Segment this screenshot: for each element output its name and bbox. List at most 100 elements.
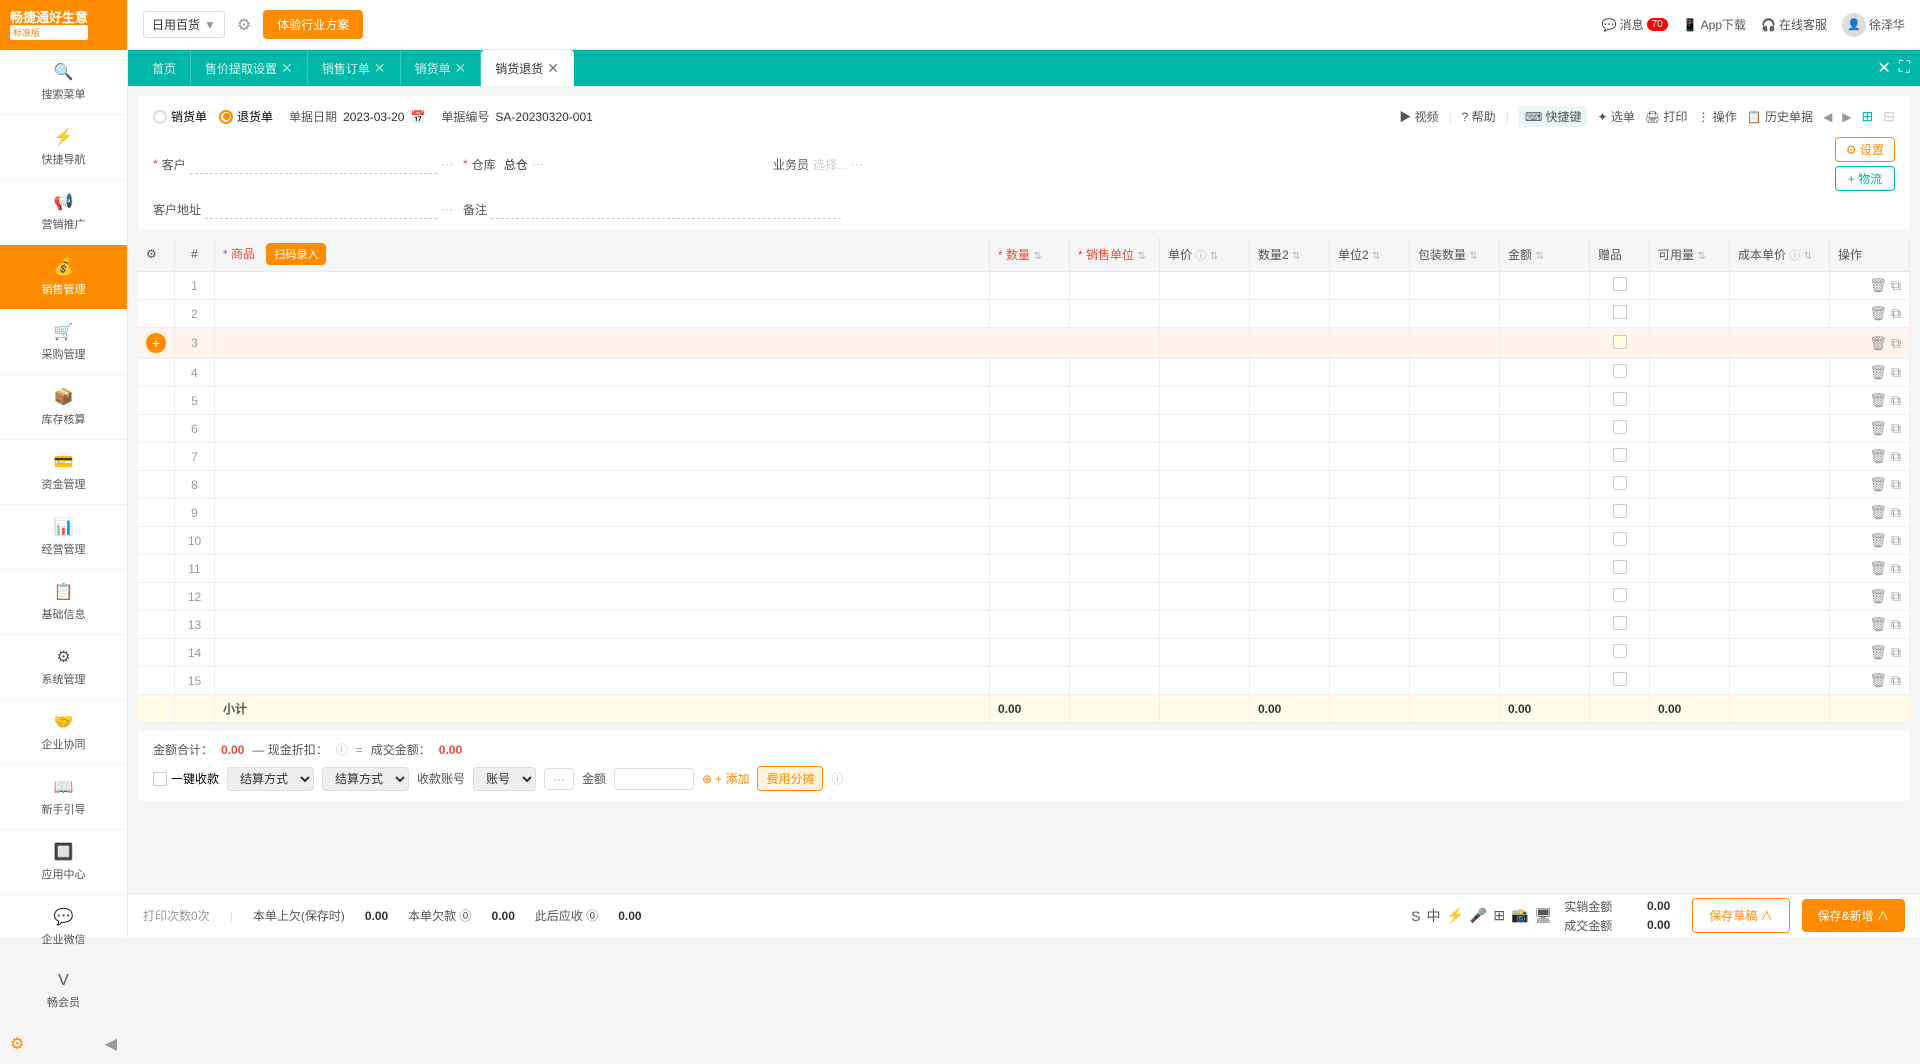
unit-cell[interactable] <box>1070 443 1160 471</box>
qty2-cell[interactable] <box>1250 667 1330 695</box>
trial-button[interactable]: 体验行业方案 <box>263 10 363 39</box>
toolbar-shortcut[interactable]: ⌨ 快捷键 <box>1519 106 1588 127</box>
delete-row-button[interactable]: 🗑 <box>1869 672 1887 689</box>
user-item[interactable]: 👤 徐泽华 <box>1842 13 1905 37</box>
expense-info-icon[interactable]: ⓘ <box>831 770 843 787</box>
price-cell[interactable] <box>1160 387 1250 415</box>
logistics-button[interactable]: + 物流 <box>1835 166 1895 191</box>
gift-checkbox[interactable] <box>1613 560 1627 574</box>
amount-cell[interactable] <box>1500 639 1590 667</box>
amount-cell[interactable] <box>1500 471 1590 499</box>
qty2-cell[interactable] <box>1250 499 1330 527</box>
toolbar-select[interactable]: ✦ 选单 <box>1597 108 1634 125</box>
unit-cell[interactable] <box>1070 415 1160 443</box>
packqty-cell[interactable] <box>1410 328 1500 359</box>
copy-row-button[interactable]: ⧉ <box>1891 277 1901 294</box>
th-settings[interactable]: ⚙ <box>138 237 175 272</box>
available-cell[interactable] <box>1650 387 1730 415</box>
copy-row-button[interactable]: ⧉ <box>1891 532 1901 549</box>
gift-checkbox[interactable] <box>1613 305 1627 319</box>
tab-maximize-button[interactable]: ⛶ <box>1899 58 1910 78</box>
bottom-icon-4[interactable]: 🎤 <box>1470 907 1487 924</box>
one-click-payment-checkbox[interactable]: 一键收款 <box>153 770 219 787</box>
unit-cell[interactable] <box>1070 527 1160 555</box>
unit2-cell[interactable] <box>1330 583 1410 611</box>
price-cell[interactable] <box>1160 328 1250 359</box>
customer-picker[interactable]: ··· <box>441 157 453 171</box>
packqty-cell[interactable] <box>1410 387 1500 415</box>
price-cell[interactable] <box>1160 300 1250 328</box>
goods-cell[interactable] <box>215 328 990 359</box>
packqty-cell[interactable] <box>1410 555 1500 583</box>
delete-row-button[interactable]: 🗑 <box>1869 392 1887 409</box>
calc-method-select2[interactable]: 结算方式 <box>322 767 409 791</box>
packqty-cell[interactable] <box>1410 359 1500 387</box>
toolbar-grid-icon[interactable]: ⊞ <box>1862 108 1874 125</box>
available-cell[interactable] <box>1650 527 1730 555</box>
cost-cell[interactable] <box>1730 272 1830 300</box>
sidebar-item-quicknav[interactable]: ⚡ 快捷导航 <box>0 115 127 180</box>
available-cell[interactable] <box>1650 611 1730 639</box>
qty2-cell[interactable] <box>1250 611 1330 639</box>
delete-row-button[interactable]: 🗑 <box>1869 335 1887 352</box>
tab-sale-return[interactable]: 销货退货✕ <box>481 50 574 86</box>
calendar-icon[interactable]: 📅 <box>410 110 425 124</box>
bottom-icon-5[interactable]: ⊞ <box>1493 907 1505 924</box>
unit2-cell[interactable] <box>1330 328 1410 359</box>
gift-checkbox[interactable] <box>1613 277 1627 291</box>
unit2-cell[interactable] <box>1330 639 1410 667</box>
amount-cell[interactable] <box>1500 272 1590 300</box>
unit-cell[interactable] <box>1070 300 1160 328</box>
unit2-cell[interactable] <box>1330 272 1410 300</box>
sidebar-item-wechat[interactable]: 💬 企业微信 <box>0 895 127 960</box>
sidebar-item-sales[interactable]: 💰 销售管理 <box>0 245 127 310</box>
qty2-cell[interactable] <box>1250 300 1330 328</box>
available-cell[interactable] <box>1650 555 1730 583</box>
available-cell[interactable] <box>1650 415 1730 443</box>
unit-cell[interactable] <box>1070 359 1160 387</box>
goods-cell[interactable] <box>215 359 990 387</box>
copy-row-button[interactable]: ⧉ <box>1891 420 1901 437</box>
goods-cell[interactable] <box>215 443 990 471</box>
unit-cell[interactable] <box>1070 611 1160 639</box>
amount-cell[interactable] <box>1500 328 1590 359</box>
unit-cell[interactable] <box>1070 387 1160 415</box>
copy-row-button[interactable]: ⧉ <box>1891 644 1901 661</box>
settings-button[interactable]: ⚙ 设置 <box>1835 137 1895 162</box>
qty-cell[interactable] <box>990 667 1070 695</box>
sidebar-item-operation[interactable]: 📊 经营管理 <box>0 505 127 570</box>
goods-cell[interactable] <box>215 527 990 555</box>
price-cell[interactable] <box>1160 555 1250 583</box>
packqty-cell[interactable] <box>1410 527 1500 555</box>
radio-return[interactable]: 退货单 <box>219 108 273 125</box>
available-cell[interactable] <box>1650 471 1730 499</box>
unit2-cell[interactable] <box>1330 499 1410 527</box>
amount-cell[interactable] <box>1500 300 1590 328</box>
qty-cell[interactable] <box>990 272 1070 300</box>
cost-cell[interactable] <box>1730 499 1830 527</box>
price-cell[interactable] <box>1160 272 1250 300</box>
gift-checkbox[interactable] <box>1613 364 1627 378</box>
qty2-cell[interactable] <box>1250 583 1330 611</box>
amount-cell[interactable] <box>1500 555 1590 583</box>
unit-cell[interactable] <box>1070 639 1160 667</box>
discount-info-icon[interactable]: ⓘ <box>336 741 348 758</box>
sidebar-item-marketing[interactable]: 📢 营销推广 <box>0 180 127 245</box>
gift-checkbox[interactable] <box>1613 476 1627 490</box>
add-row-button[interactable]: + <box>146 333 166 353</box>
add-button[interactable]: ⊕ + 添加 <box>702 770 749 787</box>
gift-checkbox[interactable] <box>1613 588 1627 602</box>
sidebar-item-enterprise[interactable]: 🤝 企业协同 <box>0 700 127 765</box>
bottom-icon-1[interactable]: S <box>1411 908 1420 924</box>
goods-cell[interactable] <box>215 300 990 328</box>
unit2-cell[interactable] <box>1330 300 1410 328</box>
toolbar-operate[interactable]: ⋮ 操作 <box>1697 108 1736 125</box>
cost-cell[interactable] <box>1730 359 1830 387</box>
available-cell[interactable] <box>1650 639 1730 667</box>
online-service-item[interactable]: 🎧 在线客服 <box>1761 16 1827 33</box>
available-cell[interactable] <box>1650 443 1730 471</box>
packqty-cell[interactable] <box>1410 667 1500 695</box>
cost-cell[interactable] <box>1730 611 1830 639</box>
bottom-icon-6[interactable]: 📸 <box>1511 907 1528 924</box>
remark-input[interactable] <box>491 199 841 219</box>
